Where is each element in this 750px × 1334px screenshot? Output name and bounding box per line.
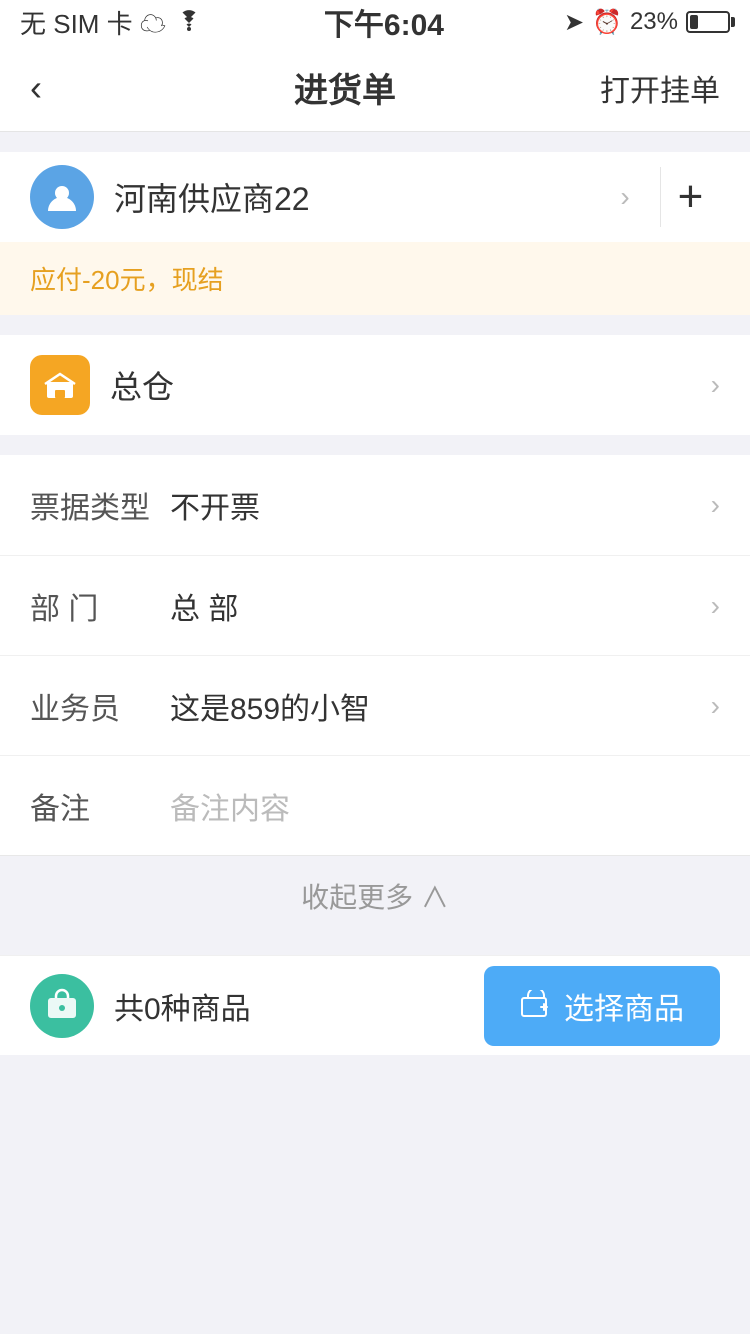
status-left: 无 SIM 卡 ☁ (20, 4, 204, 41)
status-bar: 无 SIM 卡 ☁ 下午6:04 ➤ ⏰ 23% (0, 0, 750, 44)
wifi-icon (174, 7, 204, 38)
warehouse-card: 总仓 › (0, 335, 750, 435)
select-product-label: 选择商品 (564, 984, 684, 1028)
collapse-label: 收起更多 ∧ (301, 876, 449, 916)
department-label: 部 门 (30, 584, 170, 628)
supplier-chevron[interactable]: › (600, 181, 650, 213)
section-divider-form (0, 435, 750, 455)
salesperson-row[interactable]: 业务员 这是859的小智 › (0, 655, 750, 755)
warehouse-chevron: › (711, 369, 720, 401)
sim-label: 无 SIM 卡 ☁ (20, 4, 166, 41)
supplier-avatar (30, 165, 94, 229)
section-divider-top (0, 132, 750, 152)
bill-type-chevron: › (711, 489, 720, 521)
status-time: 下午6:04 (324, 0, 444, 44)
product-count: 共0种商品 (114, 984, 484, 1028)
bill-type-label: 票据类型 (30, 483, 170, 527)
status-right: ➤ ⏰ 23% (564, 8, 730, 37)
cart-icon (520, 990, 552, 1022)
remark-row[interactable]: 备注 备注内容 (0, 755, 750, 855)
section-divider-warehouse (0, 315, 750, 335)
page-title: 进货单 (294, 63, 396, 112)
department-value: 总 部 (170, 584, 711, 628)
notice-bar: 应付-20元，现结 (0, 242, 750, 315)
form-card: 票据类型 不开票 › 部 门 总 部 › 业务员 这是859的小智 › 备注 备… (0, 455, 750, 935)
open-pending-button[interactable]: 打开挂单 (600, 66, 720, 110)
salesperson-chevron: › (711, 690, 720, 722)
battery-icon (686, 11, 730, 33)
supplier-row-right: › + (600, 167, 720, 227)
add-supplier-button[interactable]: + (660, 167, 720, 227)
bill-type-value: 不开票 (170, 483, 711, 527)
department-chevron: › (711, 590, 720, 622)
select-product-button[interactable]: 选择商品 (484, 966, 720, 1046)
supplier-row[interactable]: 河南供应商22 › + (0, 152, 750, 242)
remark-input[interactable]: 备注内容 (170, 784, 720, 828)
salesperson-label: 业务员 (30, 684, 170, 728)
bill-type-row[interactable]: 票据类型 不开票 › (0, 455, 750, 555)
remark-label: 备注 (30, 784, 170, 828)
warehouse-icon (30, 355, 90, 415)
supplier-card: 河南供应商22 › + 应付-20元，现结 (0, 152, 750, 315)
battery-percent: 23% (630, 8, 678, 36)
collapse-row[interactable]: 收起更多 ∧ (0, 855, 750, 935)
alarm-icon: ⏰ (592, 8, 622, 37)
back-button[interactable]: ‹ (30, 67, 90, 109)
nav-bar: ‹ 进货单 打开挂单 (0, 44, 750, 132)
product-icon-wrap (30, 974, 94, 1038)
bottom-bar: 共0种商品 选择商品 (0, 955, 750, 1055)
supplier-name: 河南供应商22 (114, 174, 600, 220)
warehouse-row[interactable]: 总仓 › (0, 335, 750, 435)
warehouse-name: 总仓 (110, 362, 711, 408)
department-row[interactable]: 部 门 总 部 › (0, 555, 750, 655)
location-icon: ➤ (564, 8, 584, 37)
salesperson-value: 这是859的小智 (170, 684, 711, 728)
